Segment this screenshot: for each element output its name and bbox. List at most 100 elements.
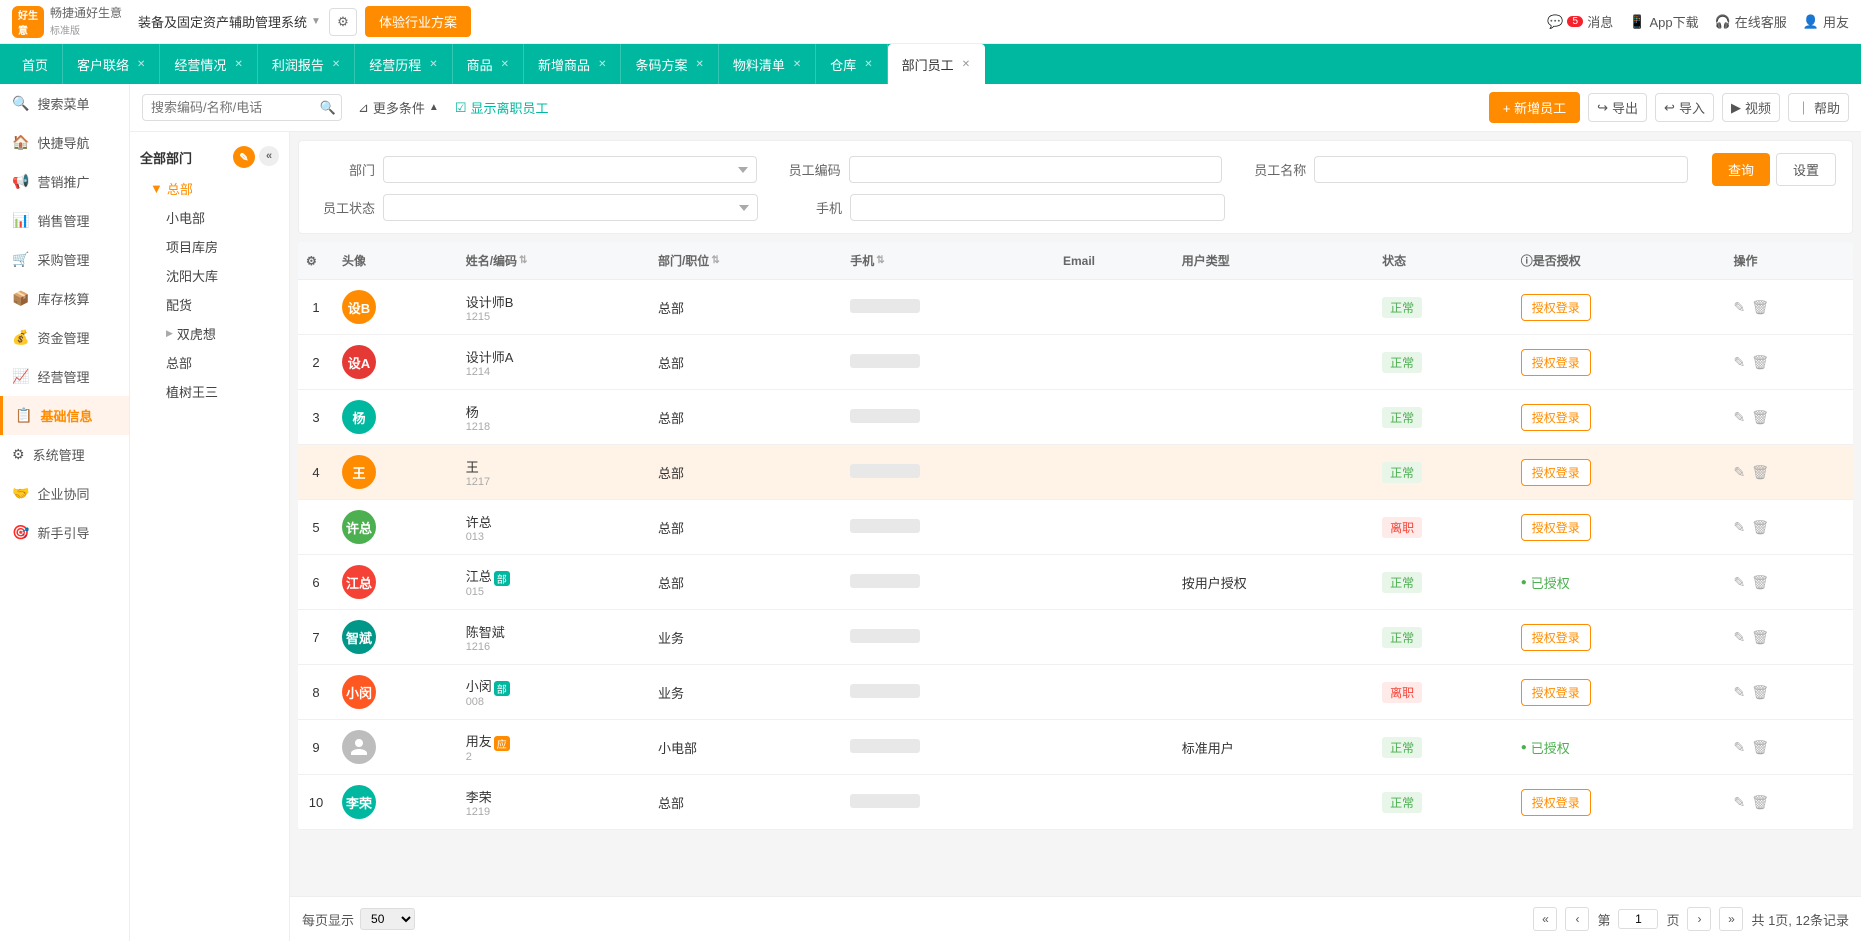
page-size-select[interactable]: 50 100: [360, 908, 415, 930]
th-name[interactable]: 姓名/编码⇅: [458, 242, 650, 280]
next-page-button[interactable]: ›: [1687, 907, 1711, 931]
dept-tree-item-zhishu[interactable]: 植树王三: [146, 377, 289, 406]
tab-warehouse-close[interactable]: ✕: [864, 59, 872, 70]
tab-history[interactable]: 经营历程✕: [355, 44, 452, 84]
delete-icon[interactable]: 🗑: [1751, 794, 1769, 811]
query-button[interactable]: 查询: [1712, 153, 1770, 186]
delete-icon[interactable]: 🗑: [1751, 519, 1769, 536]
sidebar-item-guide[interactable]: 🎯 新手引导: [0, 513, 129, 552]
sidebar-item-collab[interactable]: 🤝 企业协同: [0, 474, 129, 513]
edit-icon[interactable]: ✎: [1734, 629, 1746, 646]
tab-goods[interactable]: 商品✕: [453, 44, 524, 84]
add-employee-button[interactable]: + 新增员工: [1489, 92, 1580, 123]
tab-department[interactable]: 部门员工✕: [888, 44, 985, 84]
filter-status-select[interactable]: [383, 194, 758, 221]
set-button[interactable]: 设置: [1776, 153, 1836, 186]
search-input[interactable]: [142, 94, 342, 121]
edit-icon[interactable]: ✎: [1734, 739, 1746, 756]
sidebar-item-purchase[interactable]: 🛒 采购管理: [0, 240, 129, 279]
delete-icon[interactable]: 🗑: [1751, 409, 1769, 426]
edit-icon[interactable]: ✎: [1734, 354, 1746, 371]
settings-button[interactable]: ⚙: [329, 8, 357, 36]
auth-button[interactable]: 授权登录: [1521, 789, 1591, 816]
th-phone[interactable]: 手机⇅: [842, 242, 1055, 280]
tab-operation[interactable]: 经营情况✕: [160, 44, 257, 84]
filter-emp-name-input[interactable]: [1314, 156, 1688, 183]
edit-icon[interactable]: ✎: [1734, 574, 1746, 591]
last-page-button[interactable]: »: [1719, 907, 1743, 931]
user-button[interactable]: 👤 用友: [1803, 12, 1849, 31]
message-button[interactable]: 💬 5 消息: [1547, 12, 1613, 31]
tab-customer[interactable]: 客户联络✕: [63, 44, 160, 84]
system-title-dropdown[interactable]: ▼: [311, 16, 321, 27]
app-download-button[interactable]: 📱 App下载: [1629, 12, 1698, 31]
tab-barcode-close[interactable]: ✕: [695, 59, 703, 70]
dept-tree-item-project[interactable]: 项目库房: [146, 232, 289, 261]
tab-profit[interactable]: 利润报告✕: [258, 44, 355, 84]
tab-bom[interactable]: 物料清单✕: [719, 44, 816, 84]
auth-button[interactable]: 授权登录: [1521, 624, 1591, 651]
sidebar-item-search[interactable]: 🔍 搜索菜单: [0, 84, 129, 123]
edit-icon[interactable]: ✎: [1734, 794, 1746, 811]
tab-goods-close[interactable]: ✕: [501, 59, 509, 70]
search-icon[interactable]: 🔍: [320, 100, 336, 116]
tab-barcode[interactable]: 条码方案✕: [621, 44, 718, 84]
delete-icon[interactable]: 🗑: [1751, 629, 1769, 646]
auth-button[interactable]: 授权登录: [1521, 514, 1591, 541]
dept-tree-item-shuanghu[interactable]: ▶ 双虎想: [146, 319, 289, 348]
tab-customer-close[interactable]: ✕: [137, 59, 145, 70]
edit-icon[interactable]: ✎: [1734, 464, 1746, 481]
sidebar-item-quicknav[interactable]: 🏠 快捷导航: [0, 123, 129, 162]
sidebar-item-operations[interactable]: 📈 经营管理: [0, 357, 129, 396]
delete-icon[interactable]: 🗑: [1751, 684, 1769, 701]
filter-phone-input[interactable]: [850, 194, 1225, 221]
more-conditions-button[interactable]: ⊿ 更多条件 ▲: [350, 94, 447, 121]
delete-icon[interactable]: 🗑: [1751, 299, 1769, 316]
sidebar-item-system[interactable]: ⚙ 系统管理: [0, 435, 129, 474]
sidebar-item-finance[interactable]: 💰 资金管理: [0, 318, 129, 357]
dept-tree-item-zongbu[interactable]: 总部: [146, 348, 289, 377]
tab-warehouse[interactable]: 仓库✕: [816, 44, 887, 84]
tab-operation-close[interactable]: ✕: [234, 59, 242, 70]
dept-collapse-button[interactable]: «: [259, 146, 279, 166]
dept-tree-item-peihuo[interactable]: 配货: [146, 290, 289, 319]
auth-button[interactable]: 授权登录: [1521, 404, 1591, 431]
delete-icon[interactable]: 🗑: [1751, 574, 1769, 591]
edit-icon[interactable]: ✎: [1734, 684, 1746, 701]
tab-history-close[interactable]: ✕: [429, 59, 437, 70]
auth-button[interactable]: 授权登录: [1521, 459, 1591, 486]
page-number-input[interactable]: [1618, 909, 1658, 929]
sidebar-item-sales[interactable]: 📊 销售管理: [0, 201, 129, 240]
sidebar-item-inventory[interactable]: 📦 库存核算: [0, 279, 129, 318]
delete-icon[interactable]: 🗑: [1751, 354, 1769, 371]
tab-bom-close[interactable]: ✕: [793, 59, 801, 70]
tab-home[interactable]: 首页: [8, 44, 63, 84]
import-button[interactable]: ↩ 导入: [1655, 93, 1714, 122]
sidebar-item-basic[interactable]: 📋 基础信息: [0, 396, 129, 435]
delete-icon[interactable]: 🗑: [1751, 739, 1769, 756]
first-page-button[interactable]: «: [1533, 907, 1557, 931]
tab-new-goods-close[interactable]: ✕: [598, 59, 606, 70]
tab-profit-close[interactable]: ✕: [332, 59, 340, 70]
edit-icon[interactable]: ✎: [1734, 519, 1746, 536]
th-dept[interactable]: 部门/职位⇅: [650, 242, 842, 280]
export-button[interactable]: ↪ 导出: [1588, 93, 1647, 122]
help-button[interactable]: ｜ 帮助: [1788, 93, 1849, 122]
delete-icon[interactable]: 🗑: [1751, 464, 1769, 481]
dept-tree-item-zongbu-parent[interactable]: ▼ 总部: [130, 174, 289, 203]
video-button[interactable]: ▶ 视频: [1722, 93, 1780, 122]
dept-tree-item-xiaodian[interactable]: 小电部: [146, 203, 289, 232]
tab-department-close[interactable]: ✕: [962, 59, 970, 70]
dept-edit-button[interactable]: ✎: [233, 146, 255, 168]
show-resigned-toggle[interactable]: ☑ 显示离职员工: [455, 98, 549, 117]
prev-page-button[interactable]: ‹: [1565, 907, 1589, 931]
auth-button[interactable]: 授权登录: [1521, 679, 1591, 706]
dept-tree-item-shenyang[interactable]: 沈阳大库: [146, 261, 289, 290]
th-settings[interactable]: ⚙: [298, 242, 334, 280]
filter-emp-code-input[interactable]: [849, 156, 1223, 183]
auth-button[interactable]: 授权登录: [1521, 294, 1591, 321]
trial-button[interactable]: 体验行业方案: [365, 6, 471, 37]
edit-icon[interactable]: ✎: [1734, 299, 1746, 316]
sidebar-item-marketing[interactable]: 📢 营销推广: [0, 162, 129, 201]
auth-button[interactable]: 授权登录: [1521, 349, 1591, 376]
